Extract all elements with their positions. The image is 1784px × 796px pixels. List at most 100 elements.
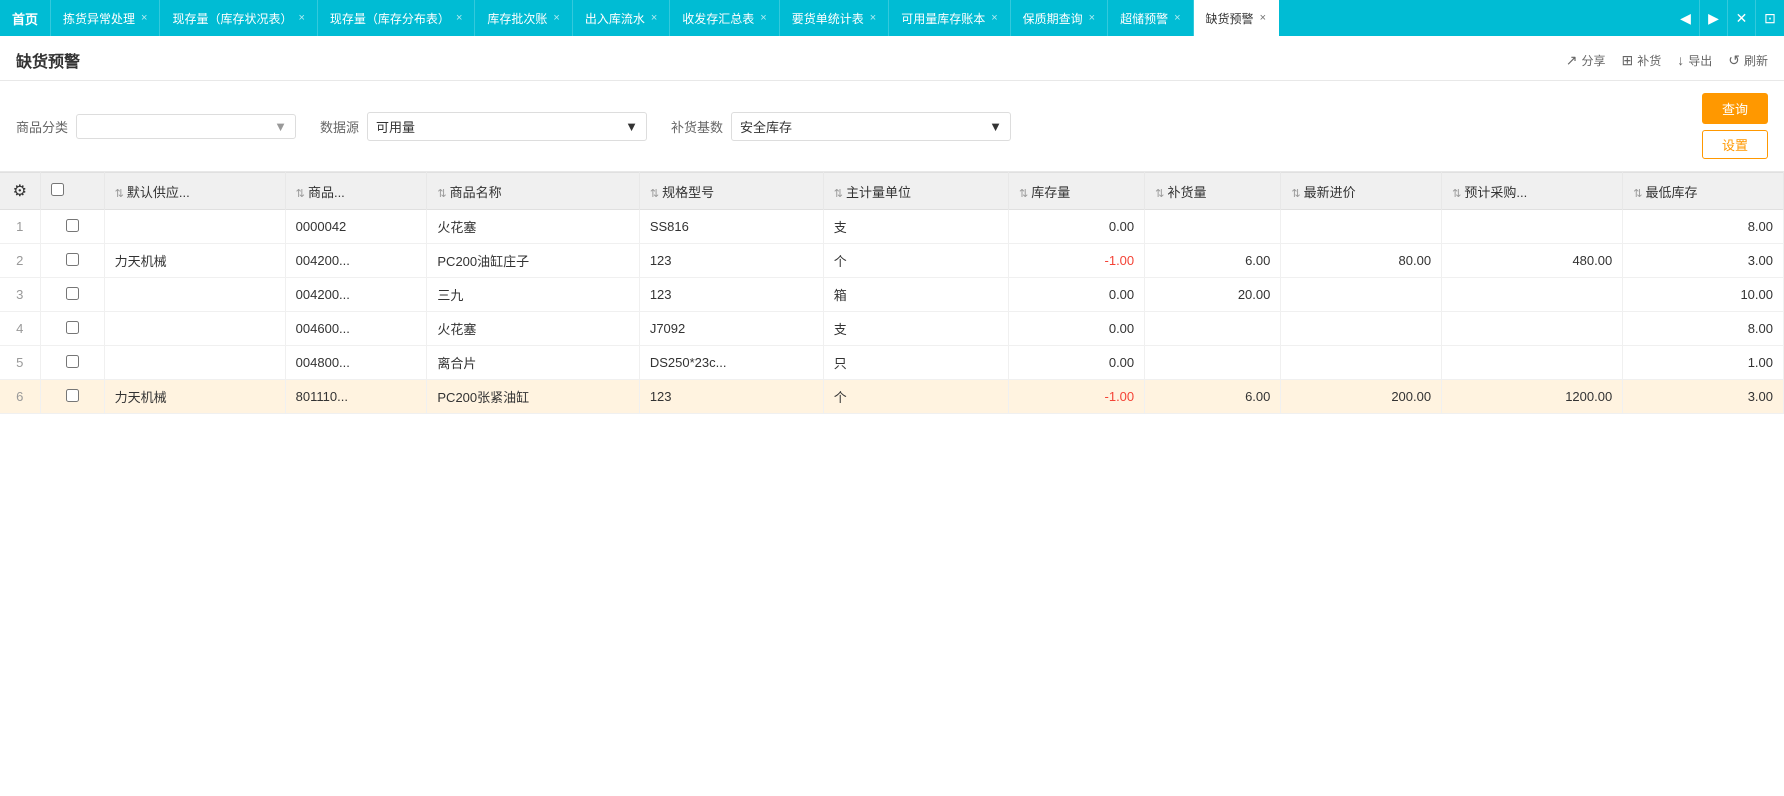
col-header-product_code[interactable]: 商品... — [285, 173, 427, 210]
tab-close-available-ledger[interactable]: × — [991, 12, 997, 24]
row-checkbox-cell[interactable] — [40, 312, 104, 346]
tab-exception[interactable]: 拣货异常处理× — [51, 0, 160, 36]
col-header-latest_price[interactable]: 最新进价 — [1281, 173, 1442, 210]
tab-close-shortage[interactable]: × — [1260, 12, 1266, 24]
page-content: 缺货预警 ↗ 分享 ⊞ 补货 ↓ 导出 ↺ 刷新 商品分类 — [0, 36, 1784, 796]
col-header-est_purchase[interactable]: 预计采购... — [1442, 173, 1623, 210]
tab-close-stock-dist[interactable]: × — [456, 12, 462, 24]
data-table: ⚙ 默认供应...商品...商品名称规格型号主计量单位库存量补货量最新进价预计采购… — [0, 172, 1784, 414]
col-header-stock[interactable]: 库存量 — [1008, 173, 1144, 210]
cell-est_purchase — [1442, 210, 1623, 244]
tab-prev-btn[interactable]: ◀ — [1672, 0, 1700, 36]
query-settings-group: 查询 设置 — [1702, 93, 1768, 159]
col-header-unit[interactable]: 主计量单位 — [823, 173, 1008, 210]
tab-close-all-btn[interactable]: ✕ — [1728, 0, 1756, 36]
cell-latest_price — [1281, 346, 1442, 380]
replenish-action[interactable]: ⊞ 补货 — [1621, 52, 1661, 69]
page-header: 缺货预警 ↗ 分享 ⊞ 补货 ↓ 导出 ↺ 刷新 — [0, 36, 1784, 81]
cell-est_purchase — [1442, 312, 1623, 346]
tab-close-recv-summary[interactable]: × — [760, 12, 766, 24]
row-checkbox[interactable] — [66, 287, 79, 300]
refresh-action[interactable]: ↺ 刷新 — [1728, 52, 1768, 69]
tab-close-order-stat[interactable]: × — [870, 12, 876, 24]
cell-default_supplier — [104, 346, 285, 380]
col-header-replenish[interactable]: 补货量 — [1145, 173, 1281, 210]
row-checkbox-cell[interactable] — [40, 380, 104, 414]
category-filter-group: 商品分类 ▼ — [16, 114, 296, 139]
cell-default_supplier — [104, 278, 285, 312]
cell-min_stock: 3.00 — [1623, 244, 1784, 278]
col-header-product_name[interactable]: 商品名称 — [427, 173, 639, 210]
tab-expand-btn[interactable]: ⊡ — [1756, 0, 1784, 36]
tab-shortage[interactable]: 缺货预警× — [1194, 0, 1279, 36]
cell-product_name: PC200油缸庄子 — [427, 244, 639, 278]
row-number: 3 — [0, 278, 40, 312]
gear-settings-icon[interactable]: ⚙ — [13, 183, 27, 200]
cell-spec: 123 — [639, 380, 823, 414]
tab-order-stat[interactable]: 要货单统计表× — [780, 0, 889, 36]
tab-expiry-query[interactable]: 保质期查询× — [1011, 0, 1108, 36]
tab-stock-status[interactable]: 现存量（库存状况表）× — [160, 0, 317, 36]
row-checkbox-cell[interactable] — [40, 278, 104, 312]
settings-button[interactable]: 设置 — [1702, 130, 1768, 159]
cell-product_code: 004200... — [285, 278, 427, 312]
cell-replenish — [1145, 346, 1281, 380]
share-icon: ↗ — [1566, 52, 1578, 69]
datasource-label: 数据源 — [320, 117, 359, 136]
cell-replenish — [1145, 210, 1281, 244]
cell-product_name: 火花塞 — [427, 312, 639, 346]
cell-est_purchase — [1442, 278, 1623, 312]
tab-close-stock-status[interactable]: × — [298, 12, 304, 24]
cell-stock: -1.00 — [1008, 380, 1144, 414]
replenish-basis-select[interactable]: 安全库存 ▼ — [731, 112, 1011, 141]
filter-bar: 商品分类 ▼ 数据源 可用量 ▼ 补货基数 安全库存 ▼ 查询 设置 — [0, 81, 1784, 172]
tab-recv-summary[interactable]: 收发存汇总表× — [670, 0, 779, 36]
cell-replenish — [1145, 312, 1281, 346]
cell-product_name: 三九 — [427, 278, 639, 312]
cell-replenish: 20.00 — [1145, 278, 1281, 312]
select-all-checkbox[interactable] — [51, 183, 64, 196]
tab-close-expiry-query[interactable]: × — [1089, 12, 1095, 24]
row-checkbox-cell[interactable] — [40, 210, 104, 244]
tab-close-exception[interactable]: × — [141, 12, 147, 24]
cell-min_stock: 3.00 — [1623, 380, 1784, 414]
export-icon: ↓ — [1677, 52, 1684, 68]
header-actions: ↗ 分享 ⊞ 补货 ↓ 导出 ↺ 刷新 — [1566, 52, 1768, 69]
cell-product_name: 火花塞 — [427, 210, 639, 244]
tab-close-batch-account[interactable]: × — [553, 12, 559, 24]
row-checkbox[interactable] — [66, 355, 79, 368]
cell-latest_price: 80.00 — [1281, 244, 1442, 278]
tab-next-btn[interactable]: ▶ — [1700, 0, 1728, 36]
cell-default_supplier — [104, 210, 285, 244]
row-checkbox[interactable] — [66, 219, 79, 232]
category-select[interactable]: ▼ — [76, 114, 296, 139]
cell-replenish: 6.00 — [1145, 380, 1281, 414]
row-checkbox[interactable] — [66, 321, 79, 334]
tab-close-overstock[interactable]: × — [1174, 12, 1180, 24]
cell-default_supplier: 力天机械 — [104, 244, 285, 278]
cell-default_supplier: 力天机械 — [104, 380, 285, 414]
tab-stock-dist[interactable]: 现存量（库存分布表）× — [318, 0, 475, 36]
datasource-select[interactable]: 可用量 ▼ — [367, 112, 647, 141]
cell-unit: 只 — [823, 346, 1008, 380]
query-button[interactable]: 查询 — [1702, 93, 1768, 124]
export-action[interactable]: ↓ 导出 — [1677, 52, 1712, 69]
tab-available-ledger[interactable]: 可用量库存账本× — [889, 0, 1010, 36]
col-header-default_supplier[interactable]: 默认供应... — [104, 173, 285, 210]
row-checkbox-cell[interactable] — [40, 244, 104, 278]
share-action[interactable]: ↗ 分享 — [1566, 52, 1606, 69]
tab-home[interactable]: 首页 — [0, 0, 51, 36]
tab-inout-flow[interactable]: 出入库流水× — [573, 0, 670, 36]
cell-spec: 123 — [639, 244, 823, 278]
row-checkbox-cell[interactable] — [40, 346, 104, 380]
row-checkbox[interactable] — [66, 253, 79, 266]
col-header-spec[interactable]: 规格型号 — [639, 173, 823, 210]
row-number: 6 — [0, 380, 40, 414]
cell-product_code: 004200... — [285, 244, 427, 278]
col-header-min_stock[interactable]: 最低库存 — [1623, 173, 1784, 210]
tab-overstock[interactable]: 超储预警× — [1108, 0, 1193, 36]
replenish-basis-label: 补货基数 — [671, 117, 723, 136]
row-checkbox[interactable] — [66, 389, 79, 402]
tab-close-inout-flow[interactable]: × — [651, 12, 657, 24]
tab-batch-account[interactable]: 库存批次账× — [475, 0, 572, 36]
